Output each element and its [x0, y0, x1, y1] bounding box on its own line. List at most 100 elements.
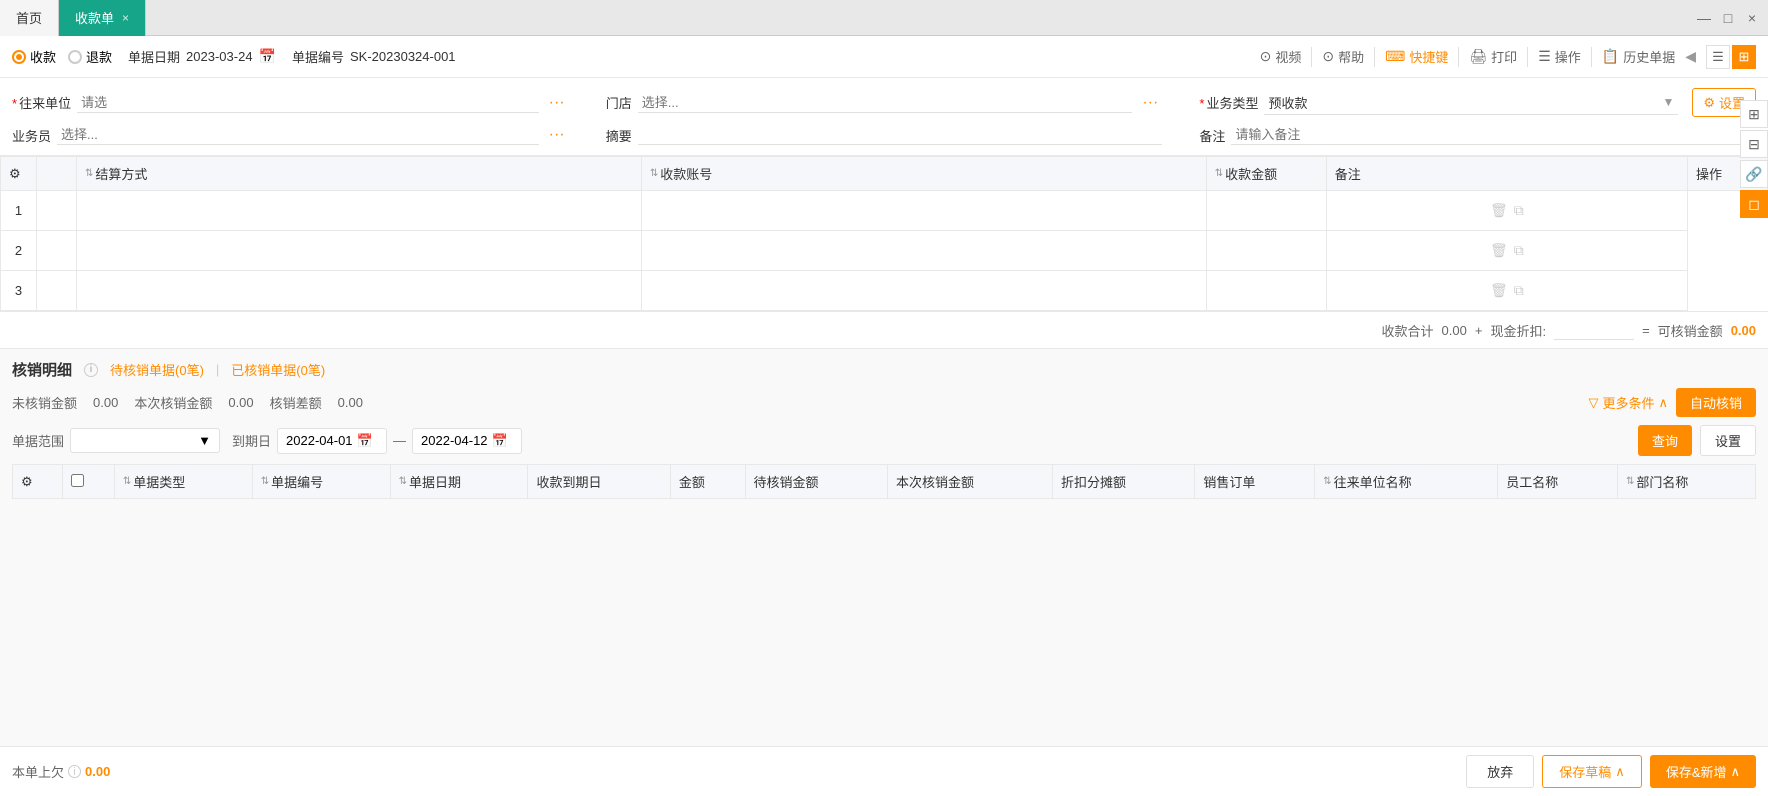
sidebar-table-icon[interactable]: ⊞ [1740, 100, 1768, 128]
bill-date-value[interactable]: 2023-03-24 [186, 49, 253, 64]
counterpart-more-icon[interactable]: ··· [545, 94, 569, 112]
th-settlement-label: 结算方式 [95, 164, 147, 183]
print-label: 打印 [1491, 47, 1517, 66]
row-3-copy-icon[interactable]: ⧉ [1514, 282, 1524, 299]
save-draft-button[interactable]: 保存草稿 ∧ [1542, 755, 1642, 788]
row-1-actions: 🗑 ⧉ [1335, 202, 1679, 219]
radio-refund[interactable]: 退款 [68, 47, 112, 66]
row-3-amount[interactable] [641, 271, 1206, 311]
filter-row: 单据范围 ▼ 到期日 2022-04-01 📅 — 2022-04-12 📅 [12, 425, 1756, 456]
bth-checkbox[interactable] [62, 465, 114, 499]
shortcut-btn[interactable]: ⌨ 快捷键 [1385, 47, 1448, 66]
query-button[interactable]: 查询 [1638, 425, 1692, 456]
discard-button[interactable]: 放弃 [1466, 755, 1534, 788]
bill-no-value[interactable]: SK-20230324-001 [350, 49, 456, 64]
row-2-amount[interactable] [641, 231, 1206, 271]
remark-label: 备注 [1199, 126, 1225, 145]
video-btn[interactable]: ⊙ 视频 [1260, 47, 1302, 66]
verify-filter-right: ▽ 更多条件 ∧ 自动核销 [1588, 388, 1756, 417]
operation-btn[interactable]: ☰ 操作 [1538, 47, 1581, 66]
tab-current[interactable]: 收款单 × [59, 0, 146, 36]
more-conditions-label: 更多条件 [1602, 393, 1654, 412]
form-row-2: 业务员 ··· 摘要 备注 [12, 125, 1756, 145]
more-conditions-chevron: ∧ [1658, 395, 1668, 411]
row-3-settlement[interactable] [37, 271, 77, 311]
auto-verify-button[interactable]: 自动核销 [1676, 388, 1756, 417]
close-btn[interactable]: × [1744, 10, 1760, 26]
remark-input[interactable] [1231, 125, 1756, 145]
calendar-icon[interactable]: 📅 [259, 48, 276, 65]
help-icon: ⊙ [1322, 48, 1334, 65]
verify-settings-button[interactable]: 设置 [1700, 425, 1756, 456]
pending-tab[interactable]: 待核销单据(0笔) [110, 360, 204, 379]
maximize-btn[interactable]: □ [1720, 10, 1736, 26]
row-1-delete-icon[interactable]: 🗑 [1490, 202, 1508, 219]
tab-close-icon[interactable]: × [122, 11, 129, 25]
summary-input[interactable] [638, 125, 1163, 145]
date-from-input[interactable]: 2022-04-01 📅 [277, 428, 387, 454]
calendar-to-icon[interactable]: 📅 [492, 433, 508, 449]
bill-range-select[interactable]: ▼ [70, 428, 220, 453]
verify-info-icon[interactable]: i [84, 363, 98, 377]
shop-more-icon[interactable]: ··· [1138, 94, 1162, 112]
row-2-settlement[interactable] [37, 231, 77, 271]
remark-field: 备注 [1199, 125, 1756, 145]
save-new-button[interactable]: 保存&新增 ∧ [1650, 755, 1756, 788]
sidebar-doc-icon[interactable]: ⊟ [1740, 130, 1768, 158]
done-tab[interactable]: 已核销单据(0笔) [231, 360, 325, 379]
row-1-settlement[interactable] [37, 191, 77, 231]
video-label: 视频 [1275, 47, 1301, 66]
tab-home[interactable]: 首页 [0, 0, 59, 36]
info-icon-bottom: i [68, 765, 81, 778]
th-remark-label: 备注 [1335, 167, 1361, 182]
date-from-value: 2022-04-01 [286, 433, 353, 448]
history-btn[interactable]: 📋 历史单据 [1602, 47, 1675, 66]
divider1 [1311, 47, 1312, 67]
row-1-amount[interactable] [641, 191, 1206, 231]
row-3-delete-icon[interactable]: 🗑 [1490, 282, 1508, 299]
unchecked-label: 未核销金额 [12, 393, 77, 412]
calendar-from-icon[interactable]: 📅 [357, 433, 373, 449]
print-icon: 🖨 [1469, 48, 1487, 65]
video-icon: ⊙ [1260, 48, 1272, 65]
bottom-bar: 本单上欠 i 0.00 放弃 保存草稿 ∧ 保存&新增 ∧ [0, 746, 1768, 796]
row-3-account[interactable] [77, 271, 642, 311]
help-btn[interactable]: ⊙ 帮助 [1322, 47, 1364, 66]
discount-input[interactable] [1554, 320, 1634, 340]
bth-gear[interactable]: ⚙ [13, 465, 63, 499]
bth-due-date: 收款到期日 [528, 465, 670, 499]
sidebar-link-icon[interactable]: 🔗 [1740, 160, 1768, 188]
print-btn[interactable]: 🖨 打印 [1469, 47, 1517, 66]
staff-label: 业务员 [12, 126, 51, 145]
row-2-delete-icon[interactable]: 🗑 [1490, 242, 1508, 259]
grid-view-btn[interactable]: ⊞ [1732, 45, 1756, 69]
date-to-input[interactable]: 2022-04-12 📅 [412, 428, 522, 454]
row-1-account[interactable] [77, 191, 642, 231]
sidebar-expand-icon[interactable]: ◻ [1740, 190, 1768, 218]
th-gear[interactable]: ⚙ [1, 157, 37, 191]
bill-range-field: 单据范围 ▼ [12, 428, 220, 453]
row-2-remark[interactable] [1206, 231, 1326, 271]
bth-staff: 员工名称 [1498, 465, 1618, 499]
radio-receive[interactable]: 收款 [12, 47, 56, 66]
verify-header: 核销明细 i 待核销单据(0笔) | 已核销单据(0笔) [12, 359, 1756, 380]
shop-input[interactable] [638, 93, 1133, 113]
total-value: 0.00 [1442, 323, 1467, 338]
row-3-remark[interactable] [1206, 271, 1326, 311]
staff-input[interactable] [57, 125, 539, 145]
list-view-btn[interactable]: ☰ [1706, 45, 1730, 69]
nav-left-arrow[interactable]: ◀ [1685, 48, 1696, 65]
row-1-remark[interactable] [1206, 191, 1326, 231]
minimize-btn[interactable]: — [1696, 10, 1712, 26]
row-2-account[interactable] [77, 231, 642, 271]
staff-more-icon[interactable]: ··· [545, 126, 569, 144]
row-2-copy-icon[interactable]: ⧉ [1514, 242, 1524, 259]
business-type-select[interactable]: 预收款 ▼ [1264, 91, 1678, 115]
row-1-copy-icon[interactable]: ⧉ [1514, 202, 1524, 219]
bill-range-chevron: ▼ [198, 433, 211, 448]
more-conditions-btn[interactable]: ▽ 更多条件 ∧ [1588, 393, 1668, 412]
settings-gear-icon: ⚙ [1703, 95, 1715, 111]
select-all-checkbox[interactable] [71, 474, 84, 487]
counterpart-input[interactable] [77, 93, 539, 113]
th-amount-label: 收款金额 [1225, 164, 1277, 183]
